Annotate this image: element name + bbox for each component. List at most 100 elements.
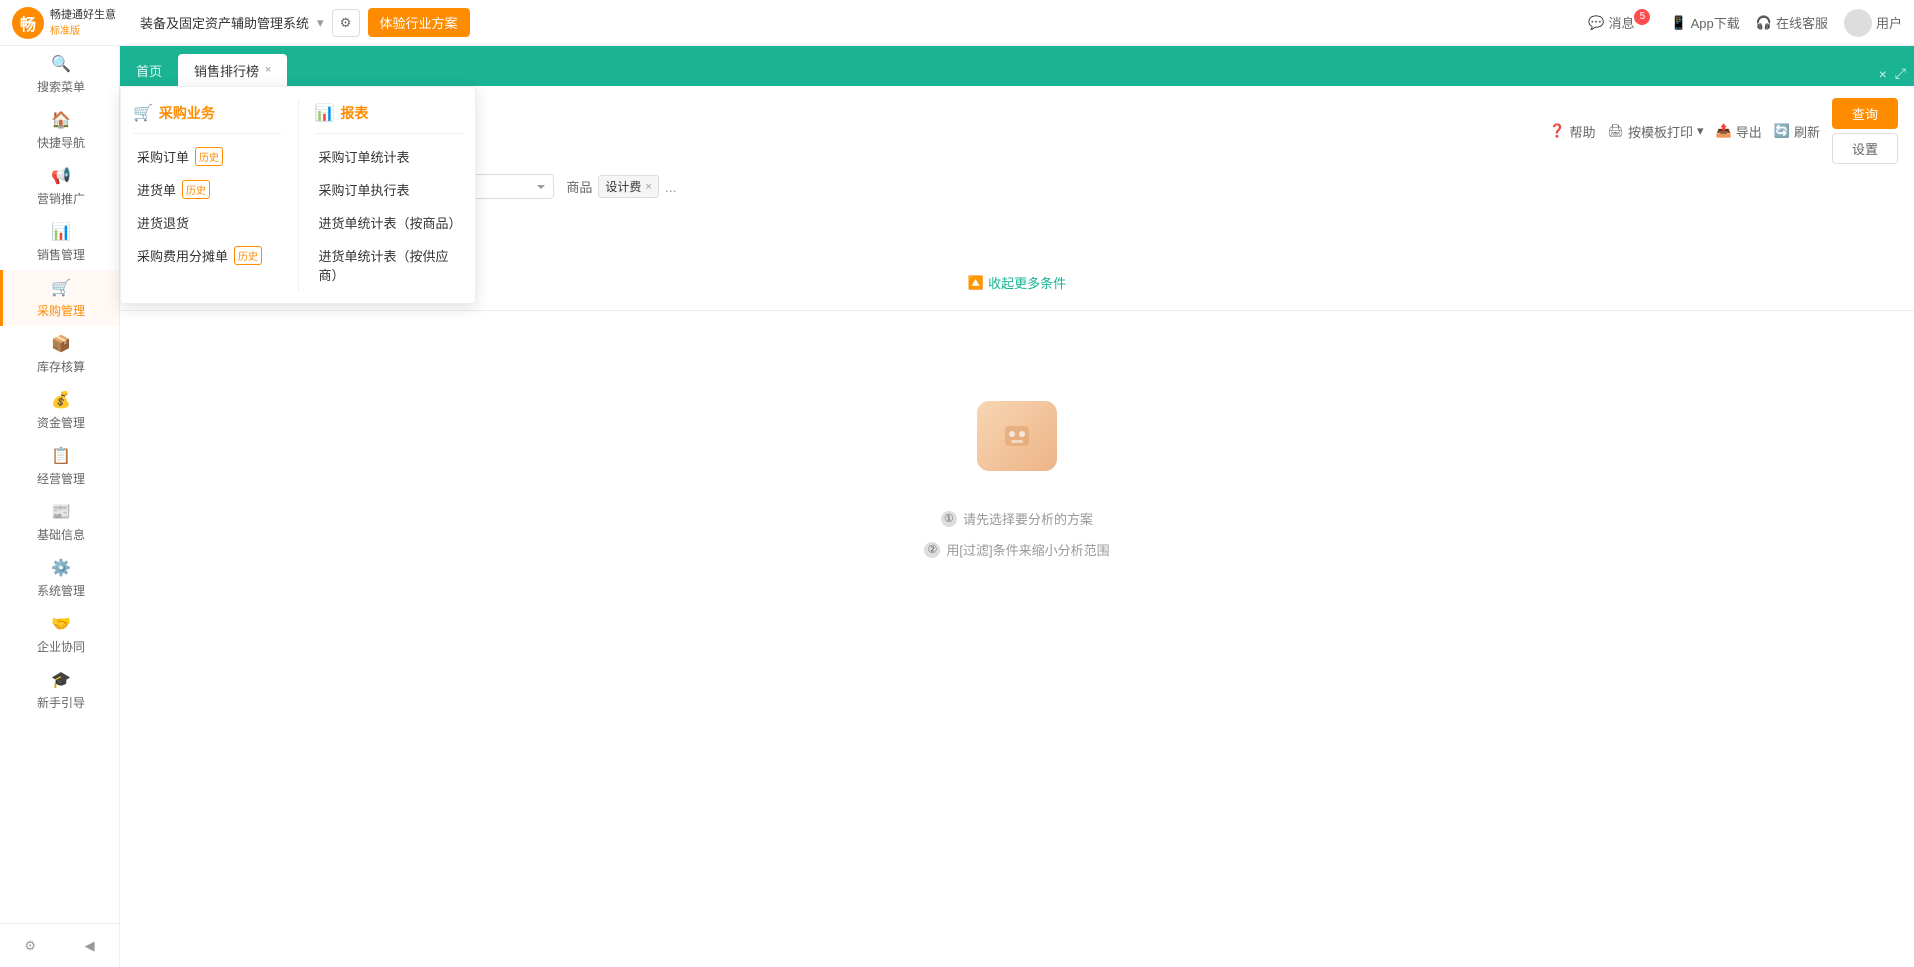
- sidebar-item-sales[interactable]: 📊 销售管理: [0, 214, 119, 270]
- sidebar-item-marketing[interactable]: 📢 营销推广: [0, 158, 119, 214]
- dropdown-item-purchase-order-exec[interactable]: 采购订单执行表: [315, 173, 464, 206]
- purchase-order-exec-label: 采购订单执行表: [319, 180, 410, 199]
- dropdown-item-inbound[interactable]: 进货单 历史: [133, 173, 282, 206]
- help-icon: ❓: [1549, 123, 1565, 139]
- sidebar-item-operation[interactable]: 📋 经营管理: [0, 438, 119, 494]
- basic-info-icon: 📰: [51, 502, 71, 522]
- dropdown-item-purchase-order[interactable]: 采购订单 历史: [133, 140, 282, 173]
- dropdown-purchase-title: 🛒 采购业务: [133, 99, 282, 134]
- purchase-icon: 🛒: [51, 278, 71, 298]
- goods-tag-text: 设计费: [605, 178, 641, 195]
- export-item[interactable]: 📤 导出: [1716, 122, 1762, 141]
- goods-label: 商品: [566, 177, 592, 196]
- home-icon: 🏠: [51, 110, 71, 130]
- dropdown-item-return[interactable]: 进货退货: [133, 206, 282, 239]
- app-download-item[interactable]: 📱 App下载: [1670, 13, 1739, 32]
- enterprise-icon: 🤝: [51, 614, 71, 634]
- industry-btn[interactable]: 体验行业方案: [368, 8, 470, 37]
- marketing-icon: 📢: [51, 166, 71, 186]
- purchase-section-title: 采购业务: [159, 103, 215, 123]
- dropdown-item-inbound-stat-supplier[interactable]: 进货单统计表（按供应商）: [315, 239, 464, 291]
- sidebar-item-purchase[interactable]: 🛒 采购管理: [0, 270, 119, 326]
- report-menu-icon: 📊: [315, 103, 335, 123]
- online-service-item[interactable]: 🎧 在线客服: [1756, 13, 1828, 32]
- operation-icon: 📋: [51, 446, 71, 466]
- inbound-stat-supplier-label: 进货单统计表（按供应商）: [319, 246, 460, 284]
- dropdown-arrow-icon[interactable]: ▾: [317, 15, 324, 31]
- logo-area: 畅 畅捷通好生意 标准版: [12, 7, 132, 39]
- expense-history-badge: 历史: [234, 246, 262, 265]
- tab-close-icon[interactable]: ×: [265, 64, 271, 76]
- sidebar: 🔍 搜索菜单 🏠 快捷导航 📢 营销推广 📊 销售管理 🛒 采购管理 📦 库存核…: [0, 46, 120, 967]
- newbie-icon: 🎓: [51, 670, 71, 690]
- header-right: 💬 消息 5 📱 App下载 🎧 在线客服 用户: [1588, 9, 1902, 37]
- set-button[interactable]: 设置: [1832, 133, 1898, 164]
- template-print-arrow: ▾: [1697, 123, 1704, 139]
- inbound-label: 进货单: [137, 180, 176, 199]
- tab-sales-rank[interactable]: 销售排行榜 ×: [178, 54, 287, 86]
- dropdown-report-title: 📊 报表: [315, 99, 464, 134]
- empty-num-2: ②: [924, 542, 940, 558]
- template-print-item[interactable]: 🖨 按模板打印 ▾: [1608, 122, 1704, 141]
- sidebar-item-basic-info[interactable]: 📰 基础信息: [0, 494, 119, 550]
- collapse-icon[interactable]: ◀: [85, 938, 95, 954]
- print-icon: 🖨: [1608, 123, 1625, 139]
- dropdown-item-purchase-order-stat[interactable]: 采购订单统计表: [315, 140, 464, 173]
- return-label: 进货退货: [137, 213, 189, 232]
- dropdown-divider: [298, 99, 299, 291]
- logo-text: 畅捷通好生意: [50, 8, 116, 22]
- dropdown-item-inbound-stat-goods[interactable]: 进货单统计表（按商品）: [315, 206, 464, 239]
- avatar: [1844, 9, 1872, 37]
- query-button[interactable]: 查询: [1832, 98, 1898, 129]
- goods-tag-close[interactable]: ×: [645, 181, 651, 193]
- sidebar-item-inventory[interactable]: 📦 库存核算: [0, 326, 119, 382]
- sidebar-item-label-purchase: 采购管理: [37, 302, 85, 319]
- purchase-order-stat-label: 采购订单统计表: [319, 147, 410, 166]
- tab-expand-icon[interactable]: ⤢: [1895, 65, 1906, 82]
- dropdown-report-col: 📊 报表 采购订单统计表 采购订单执行表 进货单统计表（按商品） 进货单统计表（…: [303, 99, 476, 291]
- sidebar-item-finance[interactable]: 💰 资金管理: [0, 382, 119, 438]
- headset-icon: 🎧: [1756, 15, 1772, 31]
- empty-tip-2: ② 用[过滤]条件来缩小分析范围: [924, 540, 1109, 559]
- sidebar-item-label-basic-info: 基础信息: [37, 526, 85, 543]
- dropdown-purchase-col: 🛒 采购业务 采购订单 历史 进货单 历史 进货退货 采购费用分摊单 历史: [121, 99, 294, 291]
- message-badge: 5: [1634, 9, 1650, 25]
- export-label: 导出: [1736, 122, 1762, 141]
- tab-bar: 首页 销售排行榜 × × ⤢: [120, 46, 1914, 86]
- refresh-item[interactable]: 🔄 刷新: [1774, 122, 1820, 141]
- empty-state: ① 请先选择要分析的方案 ② 用[过滤]条件来缩小分析范围: [120, 311, 1914, 639]
- sales-icon: 📊: [51, 222, 71, 242]
- sidebar-item-enterprise[interactable]: 🤝 企业协同: [0, 606, 119, 662]
- help-item[interactable]: ❓ 帮助: [1549, 122, 1595, 141]
- logo-icon: 畅: [12, 7, 44, 39]
- inbound-history-badge: 历史: [182, 180, 210, 199]
- settings-bottom-icon[interactable]: ⚙: [24, 938, 36, 954]
- top-header: 畅 畅捷通好生意 标准版 装备及固定资产辅助管理系统 ▾ ⚙ 体验行业方案 💬 …: [0, 0, 1914, 46]
- sidebar-item-newbie[interactable]: 🎓 新手引导: [0, 662, 119, 718]
- sidebar-item-quick-nav[interactable]: 🏠 快捷导航: [0, 102, 119, 158]
- app-download-label: App下载: [1691, 13, 1740, 32]
- sidebar-item-label-sales: 销售管理: [37, 246, 85, 263]
- refresh-label: 刷新: [1794, 122, 1820, 141]
- tab-bar-right: × ⤢: [1879, 65, 1914, 86]
- collapse-label: 收起更多条件: [988, 273, 1066, 292]
- tab-close-window-icon[interactable]: ×: [1879, 66, 1887, 82]
- dropdown-item-expense[interactable]: 采购费用分摊单 历史: [133, 239, 282, 272]
- inventory-icon: 📦: [51, 334, 71, 354]
- finance-icon: 💰: [51, 390, 71, 410]
- header-center: 装备及固定资产辅助管理系统 ▾ ⚙ 体验行业方案: [132, 8, 1588, 37]
- goods-tag: 设计费 ×: [598, 175, 658, 198]
- tab-home[interactable]: 首页: [120, 54, 178, 86]
- user-item[interactable]: 用户: [1844, 9, 1902, 37]
- export-icon: 📤: [1716, 123, 1732, 139]
- empty-num-1: ①: [941, 511, 957, 527]
- collapse-arrow-icon: 🔼: [968, 275, 984, 291]
- report-section-title: 报表: [340, 103, 368, 123]
- goods-more-dots[interactable]: ...: [665, 179, 677, 195]
- sidebar-item-system[interactable]: ⚙️ 系统管理: [0, 550, 119, 606]
- message-item[interactable]: 💬 消息 5: [1588, 13, 1654, 32]
- search-icon: 🔍: [51, 54, 71, 74]
- sidebar-item-search[interactable]: 🔍 搜索菜单: [0, 46, 119, 102]
- empty-tip-1: ① 请先选择要分析的方案: [941, 509, 1093, 528]
- gear-button[interactable]: ⚙: [332, 9, 360, 37]
